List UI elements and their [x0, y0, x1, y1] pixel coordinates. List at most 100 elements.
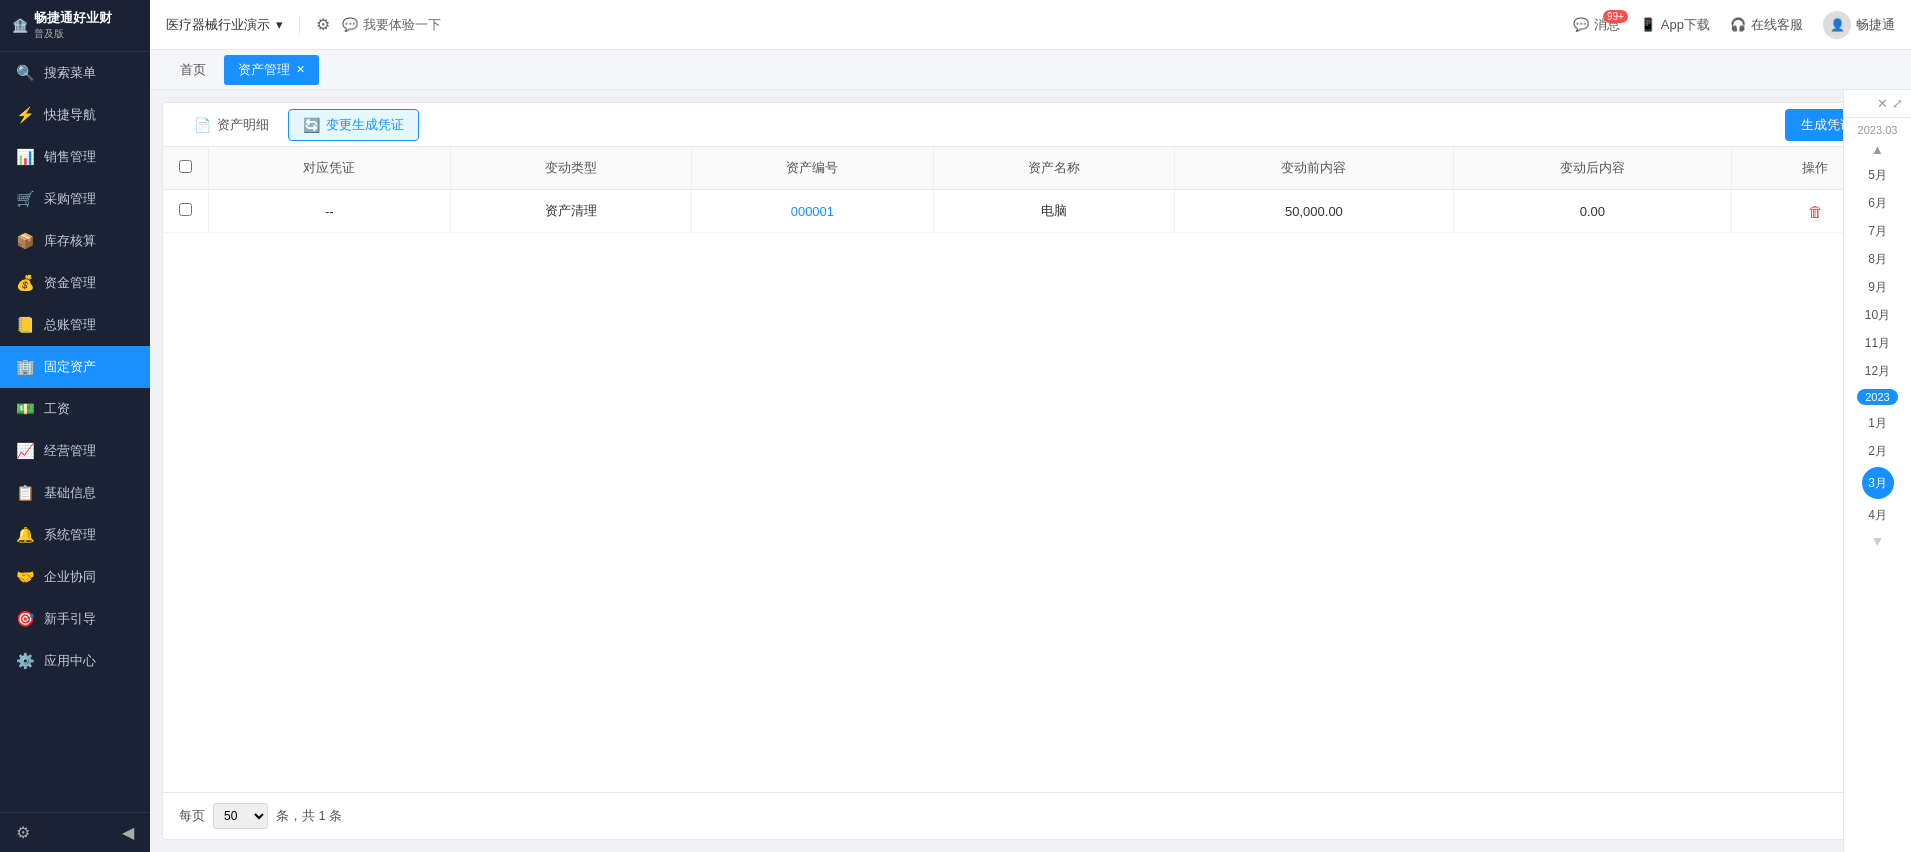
calendar-month-3-active[interactable]: 3月	[1862, 467, 1894, 499]
sidebar-item-purchase[interactable]: 🛒 采购管理	[0, 178, 150, 220]
calendar-expand-icon[interactable]: ⤢	[1892, 96, 1903, 111]
row-before-change-0: 50,000.00	[1175, 190, 1454, 233]
calendar-nav-down-icon[interactable]: ▼	[1871, 533, 1885, 549]
sidebar-label-basic-info: 基础信息	[44, 484, 96, 502]
ledger-icon: 📒	[16, 316, 34, 334]
sidebar-label-quick-nav: 快捷导航	[44, 106, 96, 124]
sidebar-label-collab: 企业协同	[44, 568, 96, 586]
sidebar-item-app-center[interactable]: ⚙️应用中心	[0, 640, 150, 682]
sidebar-item-inventory[interactable]: 📦库存核算	[0, 220, 150, 262]
th-checkbox	[163, 147, 209, 190]
sidebar-item-quick-nav[interactable]: ⚡快捷导航	[0, 94, 150, 136]
calendar-month-7[interactable]: 7月	[1844, 217, 1911, 245]
app-download-btn[interactable]: 📱 App下载	[1640, 16, 1710, 34]
topbar-divider	[299, 15, 300, 35]
company-name: 医疗器械行业演示	[166, 16, 270, 34]
subtab-asset-detail[interactable]: 📄 资产明细	[179, 109, 284, 141]
sidebar-label-system: 系统管理	[44, 526, 96, 544]
calendar-nav-up[interactable]: ▲	[1844, 138, 1911, 161]
th-asset-code: 资产编号	[692, 147, 934, 190]
subtab-change-voucher-label: 变更生成凭证	[326, 116, 404, 134]
calendar-month-9[interactable]: 9月	[1844, 273, 1911, 301]
sidebar-item-fund[interactable]: 💰资金管理	[0, 262, 150, 304]
tab-home[interactable]: 首页	[166, 55, 220, 85]
company-selector[interactable]: 医疗器械行业演示 ▾	[166, 16, 283, 34]
app-download-icon: 📱	[1640, 17, 1656, 32]
th-after-change: 变动后内容	[1453, 147, 1732, 190]
topbar-right: 💬 消息 99+ 📱 App下载 🎧 在线客服 👤 畅捷通	[1573, 11, 1895, 39]
subtab-asset-detail-label: 资产明细	[217, 116, 269, 134]
fixed-asset-icon: 🏢	[16, 358, 34, 376]
calendar-month-6[interactable]: 6月	[1844, 189, 1911, 217]
app-download-label: App下载	[1661, 16, 1710, 34]
calendar-year-badge[interactable]: 2023	[1857, 389, 1897, 405]
per-page-label: 每页	[179, 807, 205, 825]
calendar-month-2[interactable]: 2月	[1844, 437, 1911, 465]
total-label: 条，共 1 条	[276, 807, 342, 825]
sidebar-label-app-center: 应用中心	[44, 652, 96, 670]
sidebar-bottom: ⚙ ◀	[0, 812, 150, 852]
sidebar-item-salary[interactable]: 💵工资	[0, 388, 150, 430]
basic-info-icon: 📋	[16, 484, 34, 502]
sidebar-logo: 🏦 畅捷通好业财 普及版	[0, 0, 150, 52]
subtab-change-voucher[interactable]: 🔄 变更生成凭证	[288, 109, 419, 141]
row-voucher-0: --	[209, 190, 451, 233]
tab-asset-management[interactable]: 资产管理 ✕	[224, 55, 319, 85]
sidebar-label-inventory: 库存核算	[44, 232, 96, 250]
sidebar-item-collab[interactable]: 🤝企业协同	[0, 556, 150, 598]
online-service-btn[interactable]: 🎧 在线客服	[1730, 16, 1803, 34]
sidebar-label-sales: 销售管理	[44, 148, 96, 166]
sidebar-item-operation[interactable]: 📈经营管理	[0, 430, 150, 472]
experience-label: 我要体验一下	[363, 16, 441, 34]
per-page-select[interactable]: 10 20 50 100	[213, 803, 268, 829]
calendar-month-10[interactable]: 10月	[1844, 301, 1911, 329]
calendar-month-11[interactable]: 11月	[1844, 329, 1911, 357]
calendar-panel-header: ✕ ⤢	[1844, 90, 1911, 118]
table-header-row: 对应凭证 变动类型 资产编号 资产名称 变动前内容 变动后内容 操作	[163, 147, 1898, 190]
main-area: 医疗器械行业演示 ▾ ⚙ 💬 我要体验一下 💬 消息 99+ 📱 App下载 🎧…	[150, 0, 1911, 852]
logo-edition: 普及版	[34, 27, 112, 41]
message-btn[interactable]: 💬 消息 99+	[1573, 16, 1620, 34]
calendar-scroll: 2023.03 ▲ 5月 6月 7月 8月 9月 10月 11月 12月 202…	[1844, 118, 1911, 852]
calendar-month-1[interactable]: 1月	[1844, 409, 1911, 437]
row-checkbox-0[interactable]	[179, 203, 192, 216]
purchase-icon: 🛒	[16, 190, 34, 208]
sidebar-item-system[interactable]: 🔔系统管理	[0, 514, 150, 556]
th-asset-name: 资产名称	[933, 147, 1175, 190]
settings-icon[interactable]: ⚙	[16, 823, 30, 842]
message-badge: 99+	[1603, 10, 1628, 23]
sidebar-label-ledger: 总账管理	[44, 316, 96, 334]
content-panel: 📄 资产明细 🔄 变更生成凭证 生成凭证 ▾	[162, 102, 1899, 840]
calendar-month-12[interactable]: 12月	[1844, 357, 1911, 385]
sidebar-label-purchase: 采购管理	[44, 190, 96, 208]
topbar-settings-icon[interactable]: ⚙	[316, 15, 330, 34]
sidebar-label-salary: 工资	[44, 400, 70, 418]
tabbar: 首页 资产管理 ✕	[150, 50, 1911, 90]
calendar-month-4[interactable]: 4月	[1844, 501, 1911, 529]
sidebar-item-ledger[interactable]: 📒 总账管理	[0, 304, 150, 346]
row-change-type-0: 资产清理	[450, 190, 692, 233]
username: 畅捷通	[1856, 16, 1895, 34]
topbar: 医疗器械行业演示 ▾ ⚙ 💬 我要体验一下 💬 消息 99+ 📱 App下载 🎧…	[150, 0, 1911, 50]
sidebar-item-basic-info[interactable]: 📋 基础信息	[0, 472, 150, 514]
experience-btn[interactable]: 💬 我要体验一下	[342, 16, 441, 34]
calendar-month-5[interactable]: 5月	[1844, 161, 1911, 189]
sidebar-item-sales[interactable]: 📊销售管理	[0, 136, 150, 178]
calendar-close-icon[interactable]: ✕	[1877, 96, 1888, 111]
tab-asset-management-label: 资产管理	[238, 61, 290, 79]
th-corresponding-voucher: 对应凭证	[209, 147, 451, 190]
collapse-icon[interactable]: ◀	[122, 823, 134, 842]
sidebar-item-fixed-asset[interactable]: 🏢 固定资产	[0, 346, 150, 388]
sidebar-label-guide: 新手引导	[44, 610, 96, 628]
sidebar-item-search[interactable]: 🔍搜索菜单	[0, 52, 150, 94]
select-all-checkbox[interactable]	[179, 160, 192, 173]
delete-icon-0[interactable]: 🗑	[1808, 203, 1823, 220]
asset-detail-icon: 📄	[194, 117, 211, 133]
calendar-month-8[interactable]: 8月	[1844, 245, 1911, 273]
sidebar-label-fixed-asset: 固定资产	[44, 358, 96, 376]
user-btn[interactable]: 👤 畅捷通	[1823, 11, 1895, 39]
tab-close-icon[interactable]: ✕	[296, 63, 305, 76]
pagination-bar: 每页 10 20 50 100 条，共 1 条	[163, 792, 1898, 839]
sidebar-item-guide[interactable]: 🎯新手引导	[0, 598, 150, 640]
search-icon: 🔍	[16, 64, 34, 82]
